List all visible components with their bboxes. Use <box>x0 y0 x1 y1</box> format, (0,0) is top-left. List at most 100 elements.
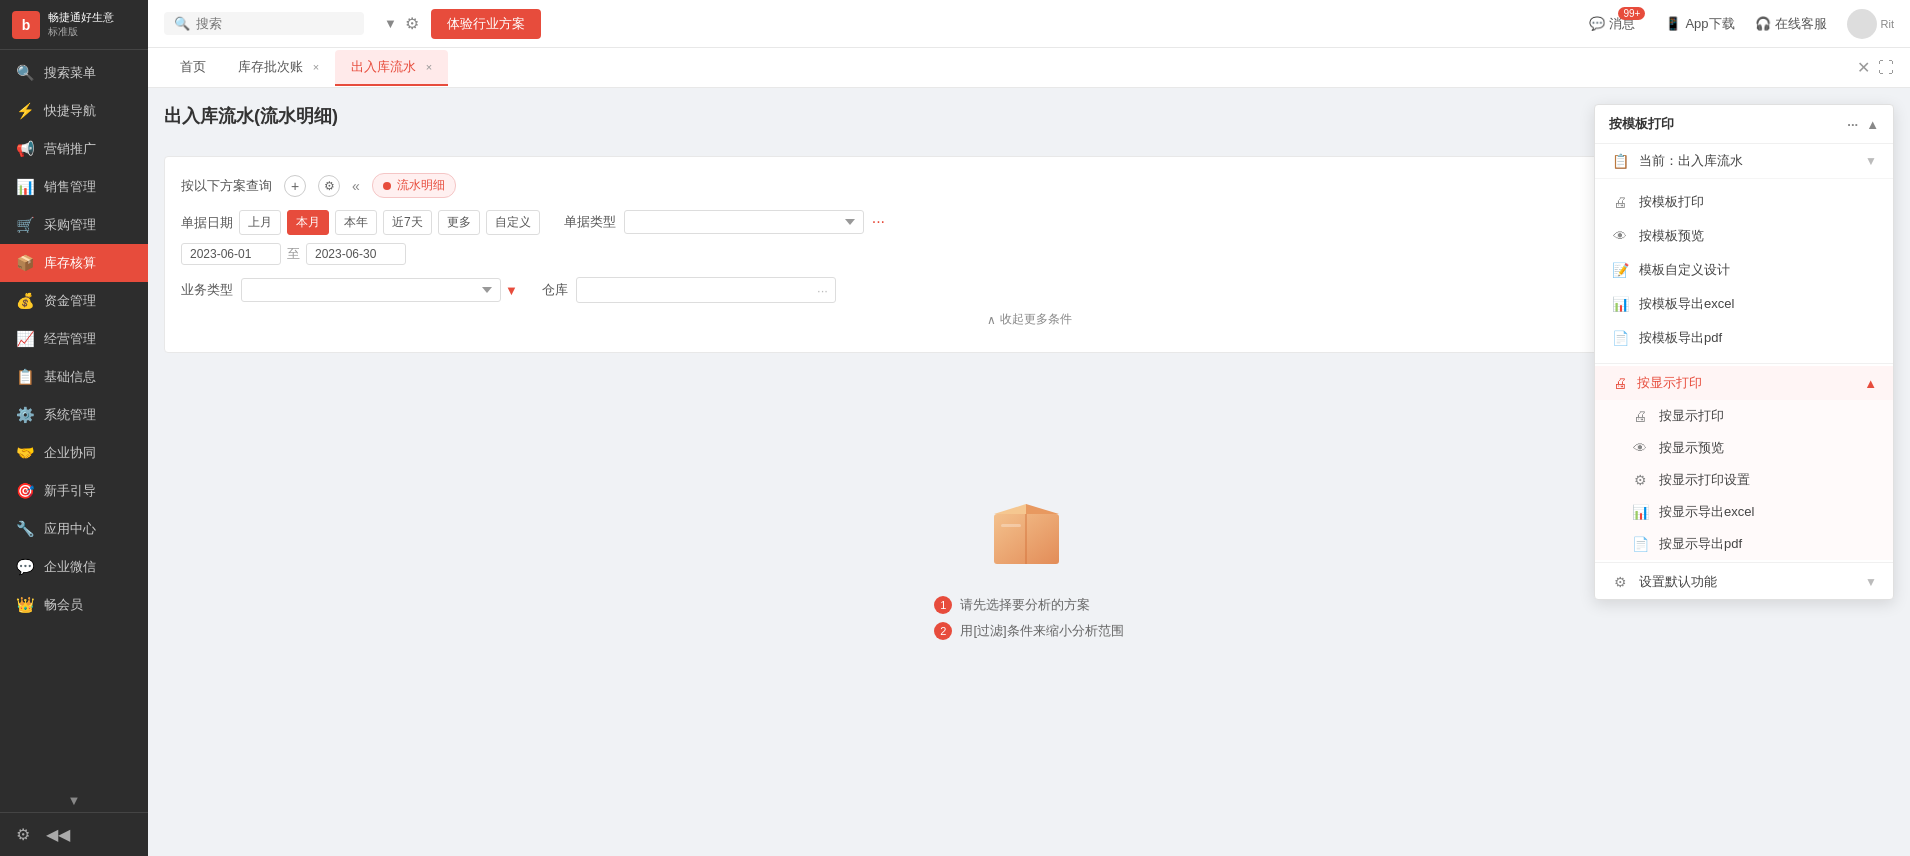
business-type-select[interactable] <box>241 278 501 302</box>
date-btn-custom[interactable]: 自定义 <box>486 210 540 235</box>
dp-display-section-title[interactable]: 🖨 按显示打印 ▲ <box>1595 366 1893 400</box>
dp-collapse-icon[interactable]: ▲ <box>1866 117 1879 132</box>
tabs-bar: 首页 库存批次账 × 出入库流水 × ✕ ⛶ <box>148 48 1910 88</box>
dp-default-settings[interactable]: ⚙ 设置默认功能 ▼ <box>1595 565 1893 599</box>
dp-display-section-label: 按显示打印 <box>1637 374 1702 392</box>
sidebar-item-sales[interactable]: 📊 销售管理 <box>0 168 148 206</box>
dp-current-label: 当前：出入库流水 <box>1639 152 1743 170</box>
filter-tag-label: 流水明细 <box>397 177 445 194</box>
sidebar-scroll-down[interactable]: ▼ <box>0 789 148 812</box>
dp-template-excel[interactable]: 📊 按模板导出excel <box>1595 287 1893 321</box>
sidebar-item-cooperation[interactable]: 🤝 企业协同 <box>0 434 148 472</box>
filter-tag[interactable]: 流水明细 <box>372 173 456 198</box>
sidebar-item-appcenter[interactable]: 🔧 应用中心 <box>0 510 148 548</box>
dropdown-arrow-icon[interactable]: ▼ <box>384 16 397 31</box>
tab-maximize-icon[interactable]: ⛶ <box>1878 59 1894 77</box>
dp-more-icon[interactable]: ··· <box>1847 117 1858 132</box>
sidebar-item-marketing[interactable]: 📢 营销推广 <box>0 130 148 168</box>
date-btn-last-month[interactable]: 上月 <box>239 210 281 235</box>
dp-template-print-label: 按模板打印 <box>1639 193 1704 211</box>
tab-home[interactable]: 首页 <box>164 50 222 86</box>
wechat-icon: 💬 <box>16 558 34 576</box>
search-input[interactable] <box>196 16 354 31</box>
dp-template-print[interactable]: 🖨 按模板打印 <box>1595 185 1893 219</box>
shortcut-icon: ⚡ <box>16 102 34 120</box>
collapse-sidebar-icon[interactable]: ◀◀ <box>46 825 70 844</box>
tab-inout-flow[interactable]: 出入库流水 × <box>335 50 448 86</box>
filter-add-button[interactable]: + <box>284 175 306 197</box>
topbar: 🔍 ▼ ⚙ 体验行业方案 💬 消息 99+ 📱 App下载 🎧 在线客服 <box>148 0 1910 48</box>
dp-template-pdf[interactable]: 📄 按模板导出pdf <box>1595 321 1893 355</box>
online-service-label: 在线客服 <box>1775 15 1827 33</box>
message-button[interactable]: 💬 消息 99+ <box>1589 15 1635 33</box>
dp-display-section-content: 🖨 按显示打印 👁 按显示预览 ⚙ 按显示打印设置 📊 按显示导出excel 📄 <box>1595 400 1893 560</box>
sidebar-item-shortcut[interactable]: ⚡ 快捷导航 <box>0 92 148 130</box>
dp-template-section: 🖨 按模板打印 👁 按模板预览 📝 模板自定义设计 📊 按模板导出excel 📄 <box>1595 179 1893 361</box>
date-btn-this-year[interactable]: 本年 <box>335 210 377 235</box>
sidebar-item-system[interactable]: ⚙️ 系统管理 <box>0 396 148 434</box>
dp-default-arrow: ▼ <box>1865 575 1877 589</box>
dp-display-print-label: 按显示打印 <box>1659 407 1724 425</box>
dp-display-pdf-icon: 📄 <box>1631 536 1649 552</box>
online-service-button[interactable]: 🎧 在线客服 <box>1755 15 1827 33</box>
dp-display-excel[interactable]: 📊 按显示导出excel <box>1595 496 1893 528</box>
industry-solution-button[interactable]: 体验行业方案 <box>431 9 541 39</box>
doc-type-label: 单据类型 <box>564 213 616 231</box>
dp-display-excel-label: 按显示导出excel <box>1659 503 1754 521</box>
settings-gear-icon[interactable]: ⚙ <box>405 14 419 33</box>
date-row: 单据日期 上月 本月 本年 近7天 更多 自定义 <box>181 210 540 235</box>
tab-inout-flow-close[interactable]: × <box>426 61 432 73</box>
app-download-label: App下载 <box>1685 15 1734 33</box>
sidebar-item-purchase[interactable]: 🛒 采购管理 <box>0 206 148 244</box>
business-type-dropdown[interactable]: ▼ <box>505 283 518 298</box>
dp-template-design[interactable]: 📝 模板自定义设计 <box>1595 253 1893 287</box>
date-btn-this-month[interactable]: 本月 <box>287 210 329 235</box>
warehouse-more[interactable]: ··· <box>817 283 828 298</box>
filter-label: 按以下方案查询 <box>181 177 272 195</box>
sidebar-item-basic[interactable]: 📋 基础信息 <box>0 358 148 396</box>
business-type-group: 业务类型 ▼ <box>181 278 518 302</box>
dp-template-design-label: 模板自定义设计 <box>1639 261 1730 279</box>
dp-display-pdf[interactable]: 📄 按显示导出pdf <box>1595 528 1893 560</box>
filter-gear-button[interactable]: ⚙ <box>318 175 340 197</box>
dp-display-print[interactable]: 🖨 按显示打印 <box>1595 400 1893 432</box>
doc-type-more[interactable]: ··· <box>872 213 885 231</box>
finance-icon: 💰 <box>16 292 34 310</box>
date-to-input[interactable] <box>306 243 406 265</box>
dp-display-collapse-icon[interactable]: ▲ <box>1864 376 1877 391</box>
sidebar-item-inventory[interactable]: 📦 库存核算 <box>0 244 148 282</box>
date-btn-more[interactable]: 更多 <box>438 210 480 235</box>
doc-type-field: 单据类型 ··· <box>564 210 885 234</box>
search-box[interactable]: 🔍 <box>164 12 364 35</box>
user-avatar[interactable]: Rit <box>1847 9 1894 39</box>
tab-inventory-batch[interactable]: 库存批次账 × <box>222 50 335 86</box>
sidebar-item-member[interactable]: 👑 畅会员 <box>0 586 148 624</box>
step-number-1: 1 <box>934 596 952 614</box>
tab-inventory-batch-close[interactable]: × <box>313 61 319 73</box>
filter-collapse-button[interactable]: « <box>352 178 360 194</box>
warehouse-wrap: ··· <box>576 277 836 303</box>
dp-current-icon: 📋 <box>1611 153 1629 169</box>
logo-sub: 标准版 <box>48 25 114 39</box>
dp-display-settings-icon: ⚙ <box>1631 472 1649 488</box>
doc-type-select[interactable] <box>624 210 864 234</box>
empty-box-svg <box>979 484 1079 574</box>
sidebar-item-finance[interactable]: 💰 资金管理 <box>0 282 148 320</box>
headphone-icon: 🎧 <box>1755 16 1771 31</box>
dp-template-preview[interactable]: 👁 按模板预览 <box>1595 219 1893 253</box>
sidebar-item-guide[interactable]: 🎯 新手引导 <box>0 472 148 510</box>
dp-display-preview[interactable]: 👁 按显示预览 <box>1595 432 1893 464</box>
app-download-button[interactable]: 📱 App下载 <box>1665 15 1734 33</box>
settings-icon[interactable]: ⚙ <box>16 825 30 844</box>
dp-display-print-settings[interactable]: ⚙ 按显示打印设置 <box>1595 464 1893 496</box>
sidebar-item-operation[interactable]: 📈 经营管理 <box>0 320 148 358</box>
tab-close-all-icon[interactable]: ✕ <box>1857 58 1870 77</box>
dp-display-section-icon: 🖨 <box>1611 375 1629 391</box>
dp-current-template[interactable]: 📋 当前：出入库流水 ▼ <box>1595 144 1893 179</box>
sidebar-item-wechat[interactable]: 💬 企业微信 <box>0 548 148 586</box>
date-from-input[interactable] <box>181 243 281 265</box>
sidebar-item-search[interactable]: 🔍 搜索菜单 <box>0 54 148 92</box>
date-btn-7days[interactable]: 近7天 <box>383 210 432 235</box>
inventory-icon: 📦 <box>16 254 34 272</box>
warehouse-input[interactable] <box>576 277 836 303</box>
